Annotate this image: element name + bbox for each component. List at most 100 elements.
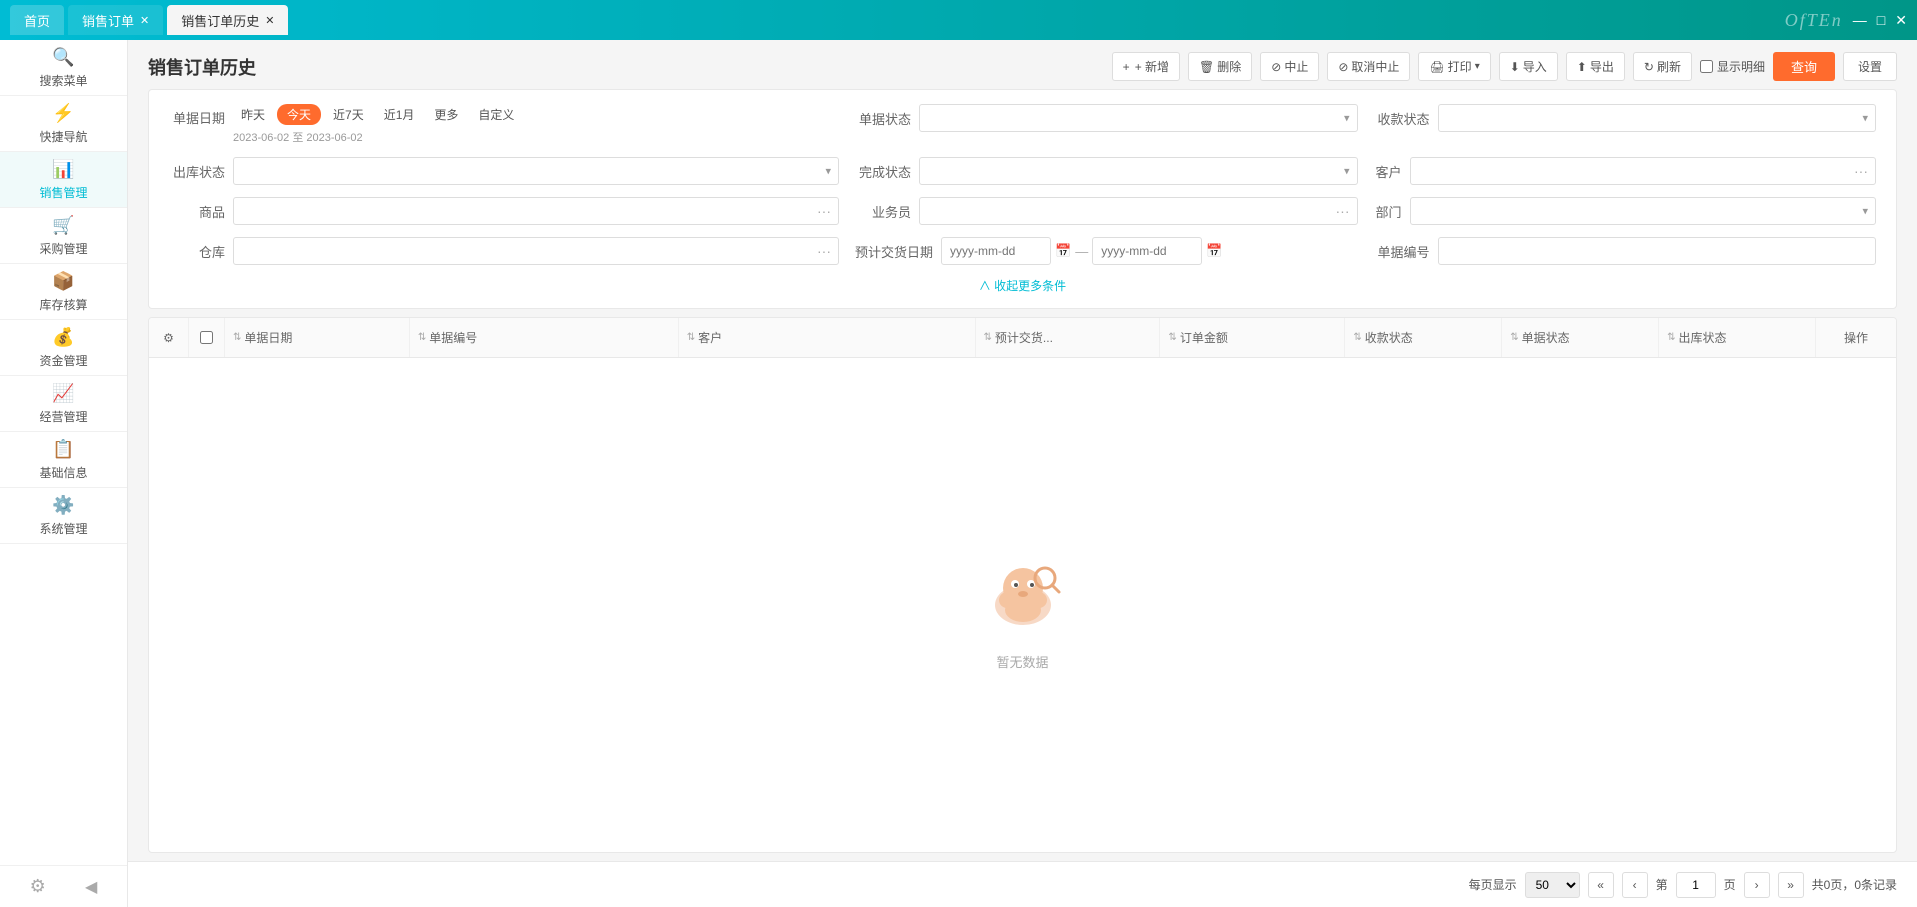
stop-button[interactable]: ⊘ 中止 [1260, 52, 1319, 81]
delivery-date-from[interactable] [941, 237, 1051, 265]
salesperson-label: 业务员 [855, 202, 911, 221]
date-option-custom[interactable]: 自定义 [470, 104, 522, 125]
th-order-status: ⇅ 单据状态 [1502, 318, 1659, 357]
th-gear[interactable]: ⚙ [149, 318, 189, 357]
sort-delivery-icon[interactable]: ⇅ [984, 332, 992, 343]
filter-date: 单据日期 昨天 今天 近7天 近1月 更多 自定义 2023-06-02 至 2… [169, 104, 839, 145]
calendar-to-icon: 📅 [1206, 243, 1222, 259]
product-dots-icon[interactable]: ··· [817, 203, 831, 219]
empty-state: 暂无数据 [149, 358, 1896, 852]
print-button[interactable]: 🖨 打印 ▾ [1418, 52, 1490, 81]
prev-page-icon: ‹ [1633, 878, 1637, 892]
maximize-btn[interactable]: □ [1877, 12, 1885, 28]
customer-input-wrapper: ··· [1410, 157, 1877, 185]
date-option-today[interactable]: 今天 [277, 104, 321, 125]
delivery-date-to[interactable] [1092, 237, 1202, 265]
per-page-select[interactable]: 50 10 20 100 [1525, 872, 1580, 898]
filter-delivery-status: 出库状态 ▾ [169, 157, 839, 185]
sidebar-item-purchase[interactable]: 🛒 采购管理 [0, 208, 127, 264]
minimize-btn[interactable]: — [1853, 12, 1867, 28]
filter-order-status: 单据状态 ▾ [855, 104, 1358, 132]
sidebar-item-operations[interactable]: 📈 经营管理 [0, 376, 127, 432]
filter-row-3: 商品 ··· 业务员 ··· 部门 [169, 197, 1876, 225]
th-delivery-status: ⇅ 出库状态 [1659, 318, 1816, 357]
date-option-yesterday[interactable]: 昨天 [233, 104, 273, 125]
query-button[interactable]: 查询 [1773, 52, 1835, 81]
th-amount-label: 订单金额 [1180, 329, 1228, 346]
tab-sales-history-close[interactable]: ✕ [265, 14, 274, 27]
th-date-label: 单据日期 [244, 329, 292, 346]
product-input[interactable] [233, 197, 839, 225]
sidebar-item-finance[interactable]: 💰 资金管理 [0, 320, 127, 376]
tab-sales-history[interactable]: 销售订单历史 ✕ [167, 5, 288, 35]
prev-page-btn[interactable]: ‹ [1622, 872, 1648, 898]
tab-sales-order-close[interactable]: ✕ [140, 14, 149, 27]
select-all-checkbox[interactable] [200, 331, 213, 344]
collapse-row[interactable]: ∧ 收起更多条件 [169, 273, 1876, 294]
tab-sales-history-label: 销售订单历史 [181, 11, 259, 30]
print-label: 打印 [1448, 58, 1472, 75]
tab-sales-order[interactable]: 销售订单 ✕ [68, 5, 163, 35]
tab-home[interactable]: 首页 [10, 5, 64, 35]
first-page-btn[interactable]: « [1588, 872, 1614, 898]
sidebar-item-base-info[interactable]: 📋 基础信息 [0, 432, 127, 488]
customer-input[interactable] [1410, 157, 1877, 185]
sidebar-bottom: ⚙ ◀ [0, 865, 127, 907]
show-detail-checkbox[interactable] [1700, 60, 1713, 73]
th-date: ⇅ 单据日期 [225, 318, 410, 357]
delivery-status-select[interactable] [233, 157, 839, 185]
sidebar-collapse-icon[interactable]: ◀ [85, 877, 97, 897]
department-select[interactable] [1410, 197, 1877, 225]
th-check[interactable] [189, 318, 225, 357]
sidebar-item-system[interactable]: ⚙️ 系统管理 [0, 488, 127, 544]
sidebar-item-search[interactable]: 🔍 搜索菜单 [0, 40, 127, 96]
cancel-stop-button[interactable]: ⊘ 取消中止 [1327, 52, 1410, 81]
import-button[interactable]: ⬇ 导入 [1499, 52, 1558, 81]
sidebar-item-quick-nav[interactable]: ⚡ 快捷导航 [0, 96, 127, 152]
sort-customer-icon[interactable]: ⇅ [687, 332, 695, 343]
sort-delivery-status-icon[interactable]: ⇅ [1667, 332, 1675, 343]
sort-payment-icon[interactable]: ⇅ [1353, 332, 1361, 343]
salesperson-input[interactable] [919, 197, 1358, 225]
refresh-button[interactable]: ↻ 刷新 [1633, 52, 1692, 81]
filter-expected-delivery: 预计交货日期 📅 — 📅 [855, 237, 1358, 265]
warehouse-input[interactable] [233, 237, 839, 265]
sidebar-settings-icon[interactable]: ⚙ [30, 876, 46, 897]
sort-amount-icon[interactable]: ⇅ [1168, 332, 1176, 343]
export-button[interactable]: ⬆ 导出 [1566, 52, 1625, 81]
delivery-status-select-wrapper: ▾ [233, 157, 839, 185]
next-page-icon: › [1755, 878, 1759, 892]
filter-row-4: 仓库 ··· 预计交货日期 📅 — 📅 [169, 237, 1876, 265]
date-option-more[interactable]: 更多 [426, 104, 466, 125]
goto-prefix: 第 [1656, 876, 1668, 893]
next-page-btn[interactable]: › [1744, 872, 1770, 898]
warehouse-dots-icon[interactable]: ··· [817, 243, 831, 259]
sort-date-icon[interactable]: ⇅ [233, 332, 241, 343]
delete-button[interactable]: 🗑 删除 [1188, 52, 1252, 81]
last-page-btn[interactable]: » [1778, 872, 1804, 898]
page-input[interactable] [1676, 872, 1716, 898]
new-button[interactable]: + + 新增 [1112, 52, 1180, 81]
settings-button[interactable]: 设置 [1843, 52, 1897, 81]
order-status-select[interactable] [919, 104, 1358, 132]
complete-status-label: 完成状态 [855, 162, 911, 181]
date-option-1month[interactable]: 近1月 [376, 104, 423, 125]
salesperson-dots-icon[interactable]: ··· [1336, 203, 1350, 219]
show-detail-checkbox-label[interactable]: 显示明细 [1700, 58, 1765, 75]
payment-status-select[interactable] [1438, 104, 1877, 132]
sort-order-status-icon[interactable]: ⇅ [1510, 332, 1518, 343]
finance-icon: 💰 [52, 327, 74, 348]
sort-orderno-icon[interactable]: ⇅ [418, 332, 426, 343]
total-text: 共0页，0条记录 [1812, 876, 1897, 893]
customer-dots-icon[interactable]: ··· [1854, 163, 1868, 179]
main-layout: 🔍 搜索菜单 ⚡ 快捷导航 📊 销售管理 🛒 采购管理 📦 库存核算 💰 资金管… [0, 40, 1917, 907]
window-close-btn[interactable]: ✕ [1895, 12, 1907, 29]
sidebar-item-inventory[interactable]: 📦 库存核算 [0, 264, 127, 320]
order-no-input[interactable] [1438, 237, 1877, 265]
th-customer: ⇅ 客户 [679, 318, 976, 357]
sidebar-item-operations-label: 经营管理 [39, 408, 87, 425]
sidebar: 🔍 搜索菜单 ⚡ 快捷导航 📊 销售管理 🛒 采购管理 📦 库存核算 💰 资金管… [0, 40, 128, 907]
complete-status-select[interactable] [919, 157, 1358, 185]
date-option-7days[interactable]: 近7天 [325, 104, 372, 125]
sidebar-item-sales[interactable]: 📊 销售管理 [0, 152, 127, 208]
